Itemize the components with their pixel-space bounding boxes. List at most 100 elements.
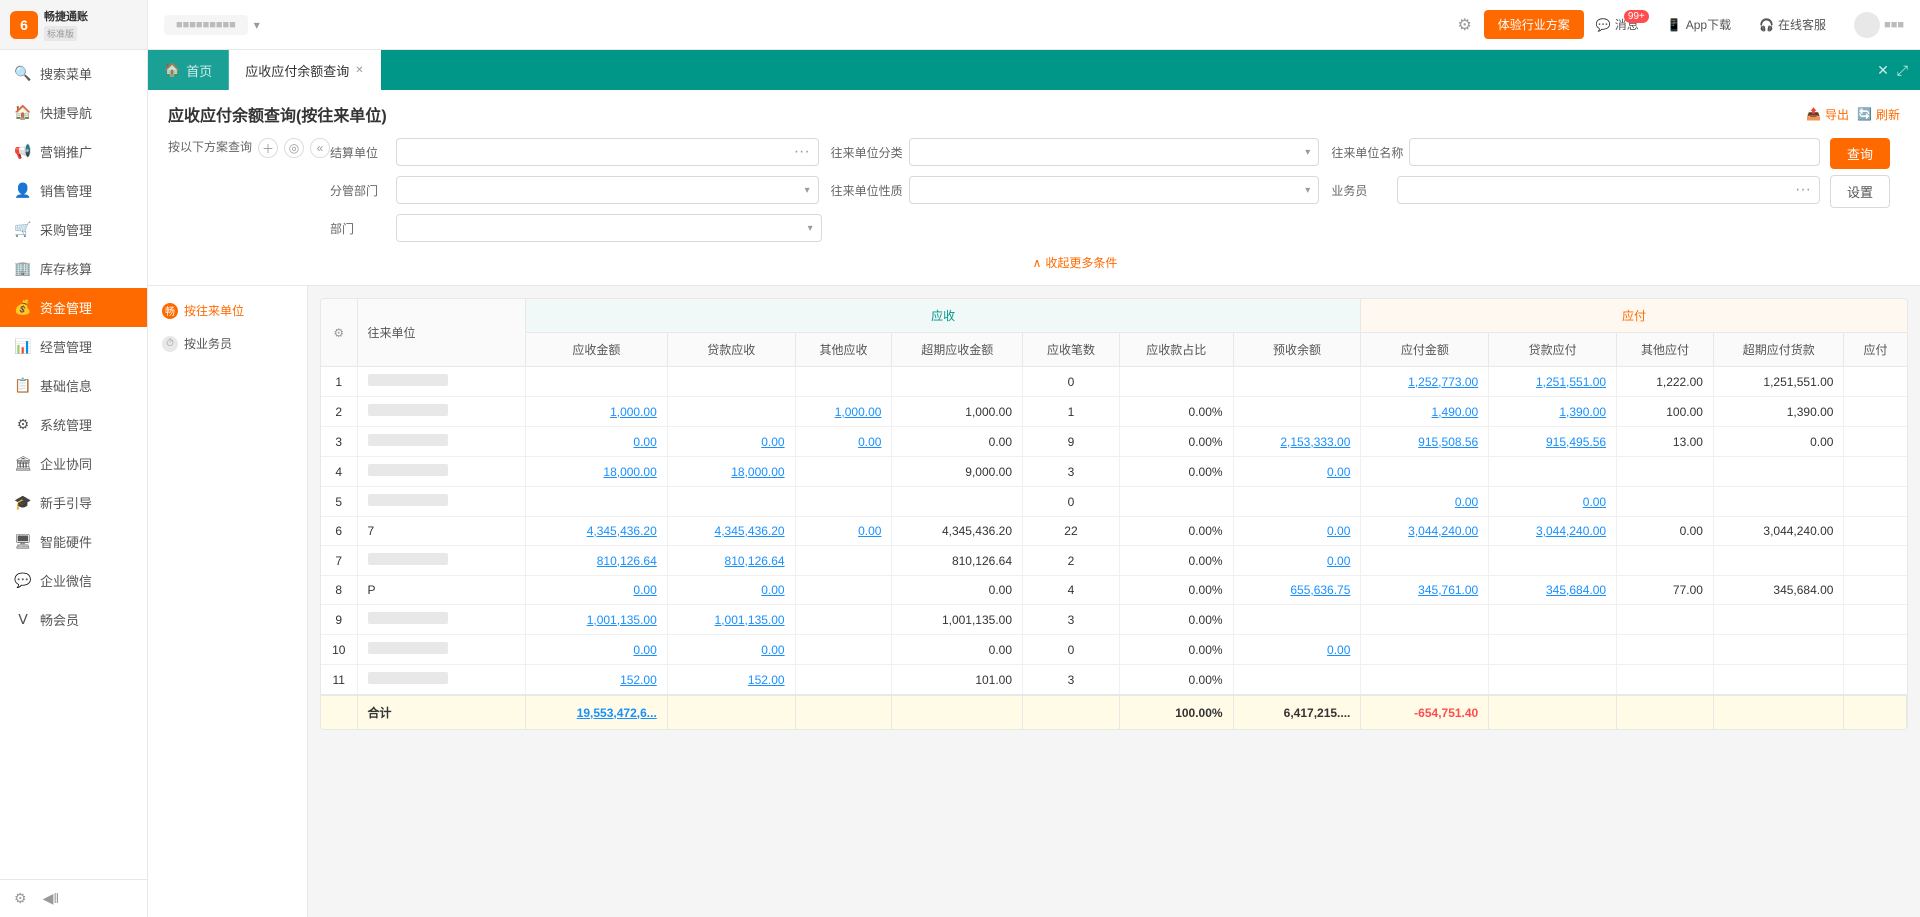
partner-name-input[interactable]: [1409, 138, 1820, 166]
operations-icon: 📊: [14, 338, 32, 356]
td-ap-other: 100.00: [1617, 397, 1714, 427]
filter-field-settlement: 结算单位 ···: [330, 138, 819, 166]
td-ap-col: [1844, 487, 1907, 517]
sidebar-item-member[interactable]: Ⅴ畅会员: [0, 600, 147, 639]
sidebar-item-hardware[interactable]: 🖥智能硬件: [0, 522, 147, 561]
online-service-btn[interactable]: 🎧 在线客服: [1759, 16, 1826, 33]
salesman-dots-icon: ···: [1795, 181, 1811, 199]
tab-close-icon[interactable]: ✕: [355, 65, 363, 76]
collapse-icon: ∧: [1033, 256, 1042, 270]
filter-settings-btn[interactable]: ◎: [284, 138, 304, 158]
sidebar-item-label: 企业协同: [40, 454, 92, 473]
td-no: 8: [321, 576, 357, 605]
td-ap-loan: 1,390.00: [1489, 397, 1617, 427]
dept-input[interactable]: ▾: [396, 176, 819, 204]
th-ar-loan: 贷款应收: [667, 333, 795, 367]
sidebar-item-funds[interactable]: 💰资金管理: [0, 288, 147, 327]
td-ap-col: [1844, 427, 1907, 457]
td-ar-amount: 0.00: [525, 576, 667, 605]
expand-icon[interactable]: ⤢: [1897, 62, 1908, 79]
sidebar-item-label: 销售管理: [40, 181, 92, 200]
sidebar-item-sales[interactable]: 👤销售管理: [0, 171, 147, 210]
footer-ap-amount: -654,751.40: [1361, 695, 1489, 729]
sub-dept-input[interactable]: ▾: [396, 214, 822, 242]
tab-ar-ap[interactable]: 应收应付余额查询 ✕: [229, 50, 380, 90]
user-avatar[interactable]: ■■■: [1854, 12, 1904, 38]
sidebar-item-inventory[interactable]: 🏢库存核算: [0, 249, 147, 288]
th-ar-other: 其他应收: [795, 333, 892, 367]
export-icon: 📤: [1806, 107, 1821, 121]
td-ap-amount: 915,508.56: [1361, 427, 1489, 457]
page-actions: 📤 导出 🔄 刷新: [1806, 106, 1900, 123]
td-ar-other: [795, 367, 892, 397]
td-ap-loan: [1489, 546, 1617, 576]
th-settings[interactable]: ⚙: [321, 299, 357, 367]
sidebar-item-search[interactable]: 🔍搜索菜单: [0, 54, 147, 93]
close-all-icon[interactable]: ✕: [1877, 62, 1889, 79]
table-row: 7 810,126.64 810,126.64 810,126.64 2 0.0…: [321, 546, 1907, 576]
td-ap-col: [1844, 635, 1907, 665]
collapse-footer-icon[interactable]: ◀‖: [43, 890, 60, 907]
settings-footer-icon[interactable]: ⚙: [14, 890, 27, 907]
partner-category-input[interactable]: ▾: [909, 138, 1320, 166]
td-ar-loan: 810,126.64: [667, 546, 795, 576]
td-ap-other: [1617, 635, 1714, 665]
sidebar-item-label: 采购管理: [40, 220, 92, 239]
sidebar-item-marketing[interactable]: 📢营销推广: [0, 132, 147, 171]
footer-ar-other: [795, 695, 892, 729]
sidebar-item-enterprise[interactable]: 🏛企业协同: [0, 444, 147, 483]
td-no: 9: [321, 605, 357, 635]
topbar: ■■■■■■■■■ ▾ ⚙ 体验行业方案 💬 消息 99+ 📱 App下载 🎧 …: [148, 0, 1920, 50]
basic-icon: 📋: [14, 377, 32, 395]
trial-btn[interactable]: 体验行业方案: [1484, 10, 1584, 39]
sidebar-item-system[interactable]: ⚙系统管理: [0, 405, 147, 444]
by-partner-icon: 畅: [162, 303, 178, 319]
app-download-btn[interactable]: 📱 App下载: [1667, 16, 1731, 33]
settings-btn[interactable]: 设置: [1830, 175, 1890, 208]
sidebar-item-label: 库存核算: [40, 259, 92, 278]
filter-collapse-btn[interactable]: «: [310, 138, 330, 158]
td-ar-other: [795, 487, 892, 517]
tab-home[interactable]: 🏠 首页: [148, 50, 229, 90]
page-title-row: 应收应付余额查询(按往来单位) 📤 导出 🔄 刷新: [168, 102, 1900, 126]
footer-ar-loan: [667, 695, 795, 729]
sidebar-item-operations[interactable]: 📊经营管理: [0, 327, 147, 366]
td-ar-count: 0: [1023, 367, 1120, 397]
query-btn[interactable]: 查询: [1830, 138, 1890, 169]
td-ap-amount: [1361, 546, 1489, 576]
sidebar-item-basic[interactable]: 📋基础信息: [0, 366, 147, 405]
footer-ar-amount: 19,553,472,6...: [525, 695, 667, 729]
td-ar-prepay: [1233, 605, 1361, 635]
td-ar-ratio: 0.00%: [1119, 457, 1233, 487]
footer-label: 合计: [357, 695, 525, 729]
td-ar-loan: 152.00: [667, 665, 795, 696]
sidebar-item-purchase[interactable]: 🛒采购管理: [0, 210, 147, 249]
topbar-gear-icon[interactable]: ⚙: [1457, 15, 1471, 35]
refresh-btn[interactable]: 🔄 刷新: [1857, 106, 1900, 123]
collapse-conditions-btn[interactable]: ∧ 收起更多条件: [330, 248, 1820, 277]
left-panel-item-by-partner[interactable]: 畅 按往来单位: [148, 294, 307, 327]
th-ar-prepay: 预收余额: [1233, 333, 1361, 367]
td-ar-overdue: 1,000.00: [892, 397, 1023, 427]
home-icon: 🏠: [164, 62, 180, 78]
sidebar-item-wechat[interactable]: 💬企业微信: [0, 561, 147, 600]
salesman-input[interactable]: ···: [1397, 176, 1820, 204]
left-panel-item-by-salesman[interactable]: ⏱ 按业务员: [148, 327, 307, 360]
td-ap-loan: 0.00: [1489, 487, 1617, 517]
export-btn[interactable]: 📤 导出: [1806, 106, 1849, 123]
dots-icon: ···: [794, 143, 810, 161]
td-ap-other: [1617, 546, 1714, 576]
th-ap-loan: 贷款应付: [1489, 333, 1617, 367]
collapse-row: ∧ 收起更多条件: [330, 248, 1820, 285]
notification-btn[interactable]: 💬 消息 99+: [1596, 16, 1639, 33]
td-ap-other: [1617, 605, 1714, 635]
sidebar-item-guide[interactable]: 🎓新手引导: [0, 483, 147, 522]
sidebar-item-quicknav[interactable]: 🏠快捷导航: [0, 93, 147, 132]
partner-nature-input[interactable]: ▾: [909, 176, 1320, 204]
td-partner: [357, 635, 525, 665]
sidebar-item-label: 资金管理: [40, 298, 92, 317]
filter-add-btn[interactable]: ＋: [258, 138, 278, 158]
settlement-unit-input[interactable]: ···: [396, 138, 819, 166]
td-ar-amount: 810,126.64: [525, 546, 667, 576]
content-area: 畅 按往来单位 ⏱ 按业务员 ⚙: [148, 286, 1920, 917]
